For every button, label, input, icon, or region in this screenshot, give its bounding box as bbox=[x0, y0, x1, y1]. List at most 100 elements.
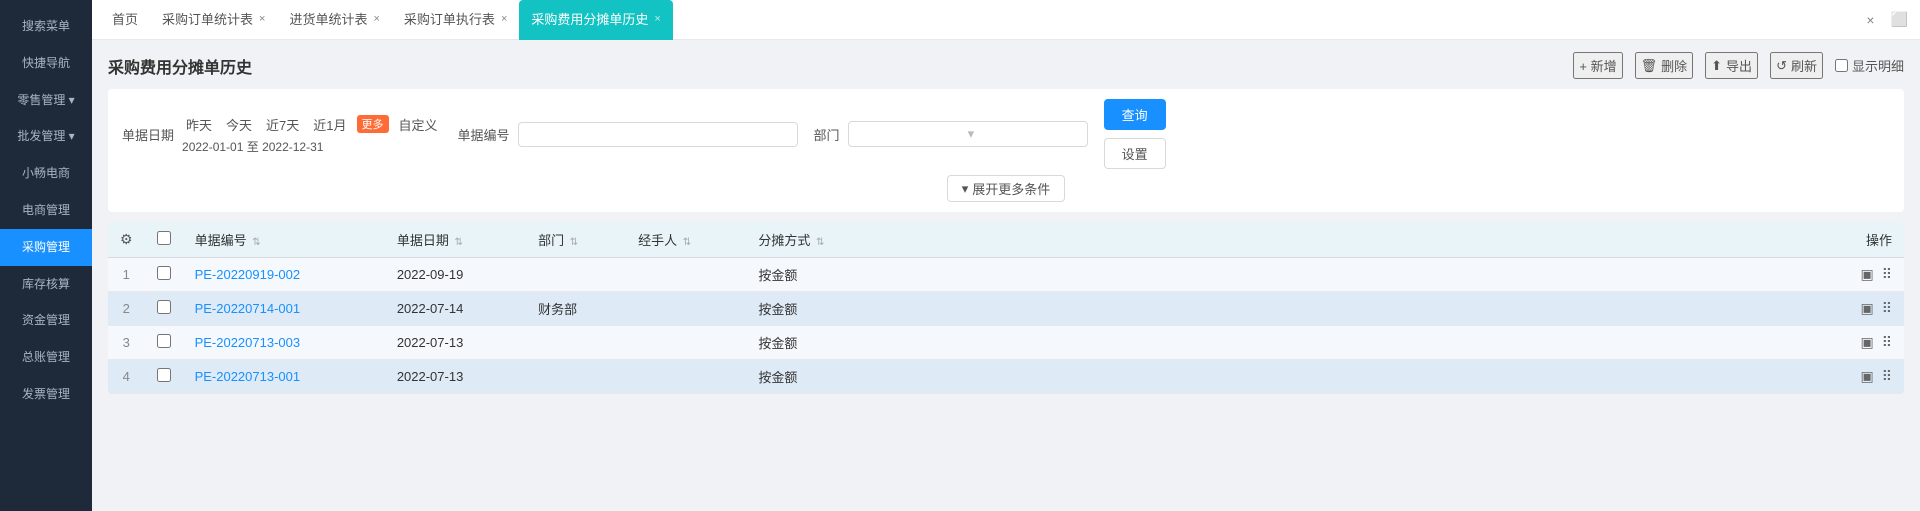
view-action-1[interactable]: ▣ bbox=[1861, 300, 1874, 317]
more-btn[interactable]: 更多 bbox=[357, 115, 389, 133]
sidebar-item-purchase[interactable]: 采购管理 bbox=[0, 229, 92, 266]
date-filter-group: 单据日期 昨天 今天 近7天 近1月 更多 自定义 2022-01-01 至 2… bbox=[122, 114, 442, 155]
yesterday-btn[interactable]: 昨天 bbox=[182, 114, 216, 135]
th-split-method: 分摊方式 ⇅ bbox=[746, 222, 1824, 258]
row-doc-date-1: 2022-07-14 bbox=[385, 292, 526, 326]
select-all-checkbox[interactable] bbox=[157, 231, 171, 245]
tab-purchase-order-stat[interactable]: 采购订单统计表× bbox=[150, 0, 277, 40]
sidebar-item-label-finance: 资金管理 bbox=[4, 312, 88, 329]
export-button[interactable]: ⬆ 导出 bbox=[1705, 52, 1758, 79]
edit-action-0[interactable]: ⠿ bbox=[1882, 266, 1892, 283]
sidebar-item-search[interactable]: 搜索菜单 bbox=[0, 8, 92, 45]
today-btn[interactable]: 今天 bbox=[222, 114, 256, 135]
row-actions-0: ▣ ⠿ bbox=[1824, 258, 1904, 292]
row-split-method-1: 按金额 bbox=[746, 292, 1824, 326]
show-cols-checkbox[interactable] bbox=[1835, 59, 1848, 72]
sidebar-item-label-shortcut: 快捷导航 bbox=[4, 55, 88, 72]
sidebar-item-ledger[interactable]: 总账管理 bbox=[0, 339, 92, 376]
row-select-2[interactable] bbox=[157, 334, 171, 348]
export-icon: ⬆ bbox=[1711, 58, 1722, 74]
close-window-icon[interactable]: × bbox=[1862, 10, 1878, 30]
show-cols-checkbox-label[interactable]: 显示明细 bbox=[1835, 56, 1904, 75]
setting-button[interactable]: 设置 bbox=[1104, 138, 1166, 169]
tab-home[interactable]: 首页 bbox=[100, 0, 150, 40]
th-doc-no-label: 单据编号 bbox=[195, 233, 247, 248]
doc-no-link-2[interactable]: PE-20220713-003 bbox=[195, 335, 301, 350]
edit-action-2[interactable]: ⠿ bbox=[1882, 334, 1892, 351]
sidebar-item-ecom-small[interactable]: 小畅电商 bbox=[0, 155, 92, 192]
row-doc-no-3: PE-20220713-001 bbox=[183, 360, 385, 394]
doc-no-input[interactable] bbox=[518, 122, 798, 147]
tab-bar-actions: × ⬜ bbox=[1862, 9, 1912, 30]
doc-no-link-1[interactable]: PE-20220714-001 bbox=[195, 301, 301, 316]
sidebar-item-label-retail: 零售管理 ▾ bbox=[4, 92, 88, 109]
add-button[interactable]: + 新增 bbox=[1573, 52, 1622, 79]
split-method-sort-icon[interactable]: ⇅ bbox=[816, 237, 824, 248]
dept-select[interactable]: ▾ bbox=[848, 121, 1088, 147]
tab-close-purchase-cost-split[interactable]: × bbox=[654, 13, 660, 25]
refresh-button[interactable]: ↺ 刷新 bbox=[1770, 52, 1823, 79]
dept-filter-group: 部门 ▾ bbox=[814, 121, 1088, 147]
sidebar-item-label-search: 搜索菜单 bbox=[4, 18, 88, 35]
tab-close-purchase-order-stat[interactable]: × bbox=[259, 13, 265, 25]
sidebar-item-ecom[interactable]: 电商管理 bbox=[0, 192, 92, 229]
gear-icon[interactable]: ⚙ bbox=[120, 231, 133, 247]
th-checkbox bbox=[145, 222, 183, 258]
last1m-btn[interactable]: 近1月 bbox=[309, 114, 350, 135]
date-range-text: 2022-01-01 至 2022-12-31 bbox=[182, 138, 442, 155]
row-select-3[interactable] bbox=[157, 368, 171, 382]
handler-sort-icon[interactable]: ⇅ bbox=[683, 237, 691, 248]
row-select-1[interactable] bbox=[157, 300, 171, 314]
doc-no-sort-icon[interactable]: ⇅ bbox=[252, 237, 260, 248]
tab-label-purchase-cost-split: 采购费用分摊单历史 bbox=[531, 9, 648, 28]
last7-btn[interactable]: 近7天 bbox=[262, 114, 303, 135]
page-title: 采购费用分摊单历史 bbox=[108, 54, 252, 78]
sidebar-item-shortcut[interactable]: 快捷导航 bbox=[0, 45, 92, 82]
dept-sort-icon[interactable]: ⇅ bbox=[570, 237, 578, 248]
row-split-method-2: 按金额 bbox=[746, 326, 1824, 360]
delete-icon: 🗑 bbox=[1641, 58, 1658, 74]
th-gear: ⚙ bbox=[108, 222, 145, 258]
sidebar-item-retail[interactable]: 零售管理 ▾ bbox=[0, 82, 92, 119]
sidebar: 搜索菜单快捷导航零售管理 ▾ 批发管理 ▾小畅电商电商管理采购管理库存核算资金管理… bbox=[0, 0, 92, 511]
table-row: 2 PE-20220714-001 2022-07-14 财务部 按金额 ▣ ⠿ bbox=[108, 292, 1904, 326]
content-area: 采购费用分摊单历史 + 新增 🗑 删除 ⬆ 导出 ↺ 刷新 显示明细 bbox=[92, 40, 1920, 511]
maximize-window-icon[interactable]: ⬜ bbox=[1887, 9, 1912, 30]
tab-bar: 首页采购订单统计表×进货单统计表×采购订单执行表× 采购费用分摊单历史 × × ⬜ bbox=[92, 0, 1920, 40]
doc-no-link-0[interactable]: PE-20220919-002 bbox=[195, 267, 301, 282]
data-table: ⚙ 单据编号 ⇅ 单据日期 ⇅ bbox=[108, 222, 1904, 394]
table-row: 3 PE-20220713-003 2022-07-13 按金额 ▣ ⠿ bbox=[108, 326, 1904, 360]
sidebar-item-label-ecom: 电商管理 bbox=[4, 202, 88, 219]
doc-no-link-3[interactable]: PE-20220713-001 bbox=[195, 369, 301, 384]
row-select-0[interactable] bbox=[157, 266, 171, 280]
expand-conditions-button[interactable]: ▾ 展开更多条件 bbox=[947, 175, 1066, 202]
row-checkbox-2 bbox=[145, 326, 183, 360]
tab-inbound-stat[interactable]: 进货单统计表× bbox=[277, 0, 391, 40]
sidebar-item-invoice[interactable]: 发票管理 bbox=[0, 376, 92, 413]
view-action-2[interactable]: ▣ bbox=[1861, 334, 1874, 351]
tab-purchase-cost-split[interactable]: 采购费用分摊单历史 × bbox=[519, 0, 672, 40]
delete-button[interactable]: 🗑 删除 bbox=[1635, 52, 1694, 79]
th-split-method-label: 分摊方式 bbox=[758, 233, 810, 248]
view-action-3[interactable]: ▣ bbox=[1861, 368, 1874, 385]
row-num-1: 2 bbox=[108, 292, 145, 326]
row-dept-3 bbox=[526, 360, 626, 394]
doc-date-sort-icon[interactable]: ⇅ bbox=[454, 237, 462, 248]
view-action-0[interactable]: ▣ bbox=[1861, 266, 1874, 283]
row-num-3: 4 bbox=[108, 360, 145, 394]
custom-btn[interactable]: 自定义 bbox=[395, 114, 442, 135]
filter-row: 单据日期 昨天 今天 近7天 近1月 更多 自定义 2022-01-01 至 2… bbox=[122, 99, 1890, 169]
sidebar-item-wholesale[interactable]: 批发管理 ▾ bbox=[0, 118, 92, 155]
edit-action-1[interactable]: ⠿ bbox=[1882, 300, 1892, 317]
query-button[interactable]: 查询 bbox=[1104, 99, 1166, 130]
tab-close-inbound-stat[interactable]: × bbox=[373, 13, 379, 25]
expand-label: 展开更多条件 bbox=[972, 179, 1050, 198]
edit-action-3[interactable]: ⠿ bbox=[1882, 368, 1892, 385]
tab-close-purchase-order-exec[interactable]: × bbox=[501, 13, 507, 25]
sidebar-item-inventory[interactable]: 库存核算 bbox=[0, 266, 92, 303]
sidebar-item-label-purchase: 采购管理 bbox=[4, 239, 88, 256]
tab-purchase-order-exec[interactable]: 采购订单执行表× bbox=[392, 0, 519, 40]
sidebar-item-finance[interactable]: 资金管理 bbox=[0, 302, 92, 339]
sidebar-item-label-ledger: 总账管理 bbox=[4, 349, 88, 366]
table-header: ⚙ 单据编号 ⇅ 单据日期 ⇅ bbox=[108, 222, 1904, 258]
